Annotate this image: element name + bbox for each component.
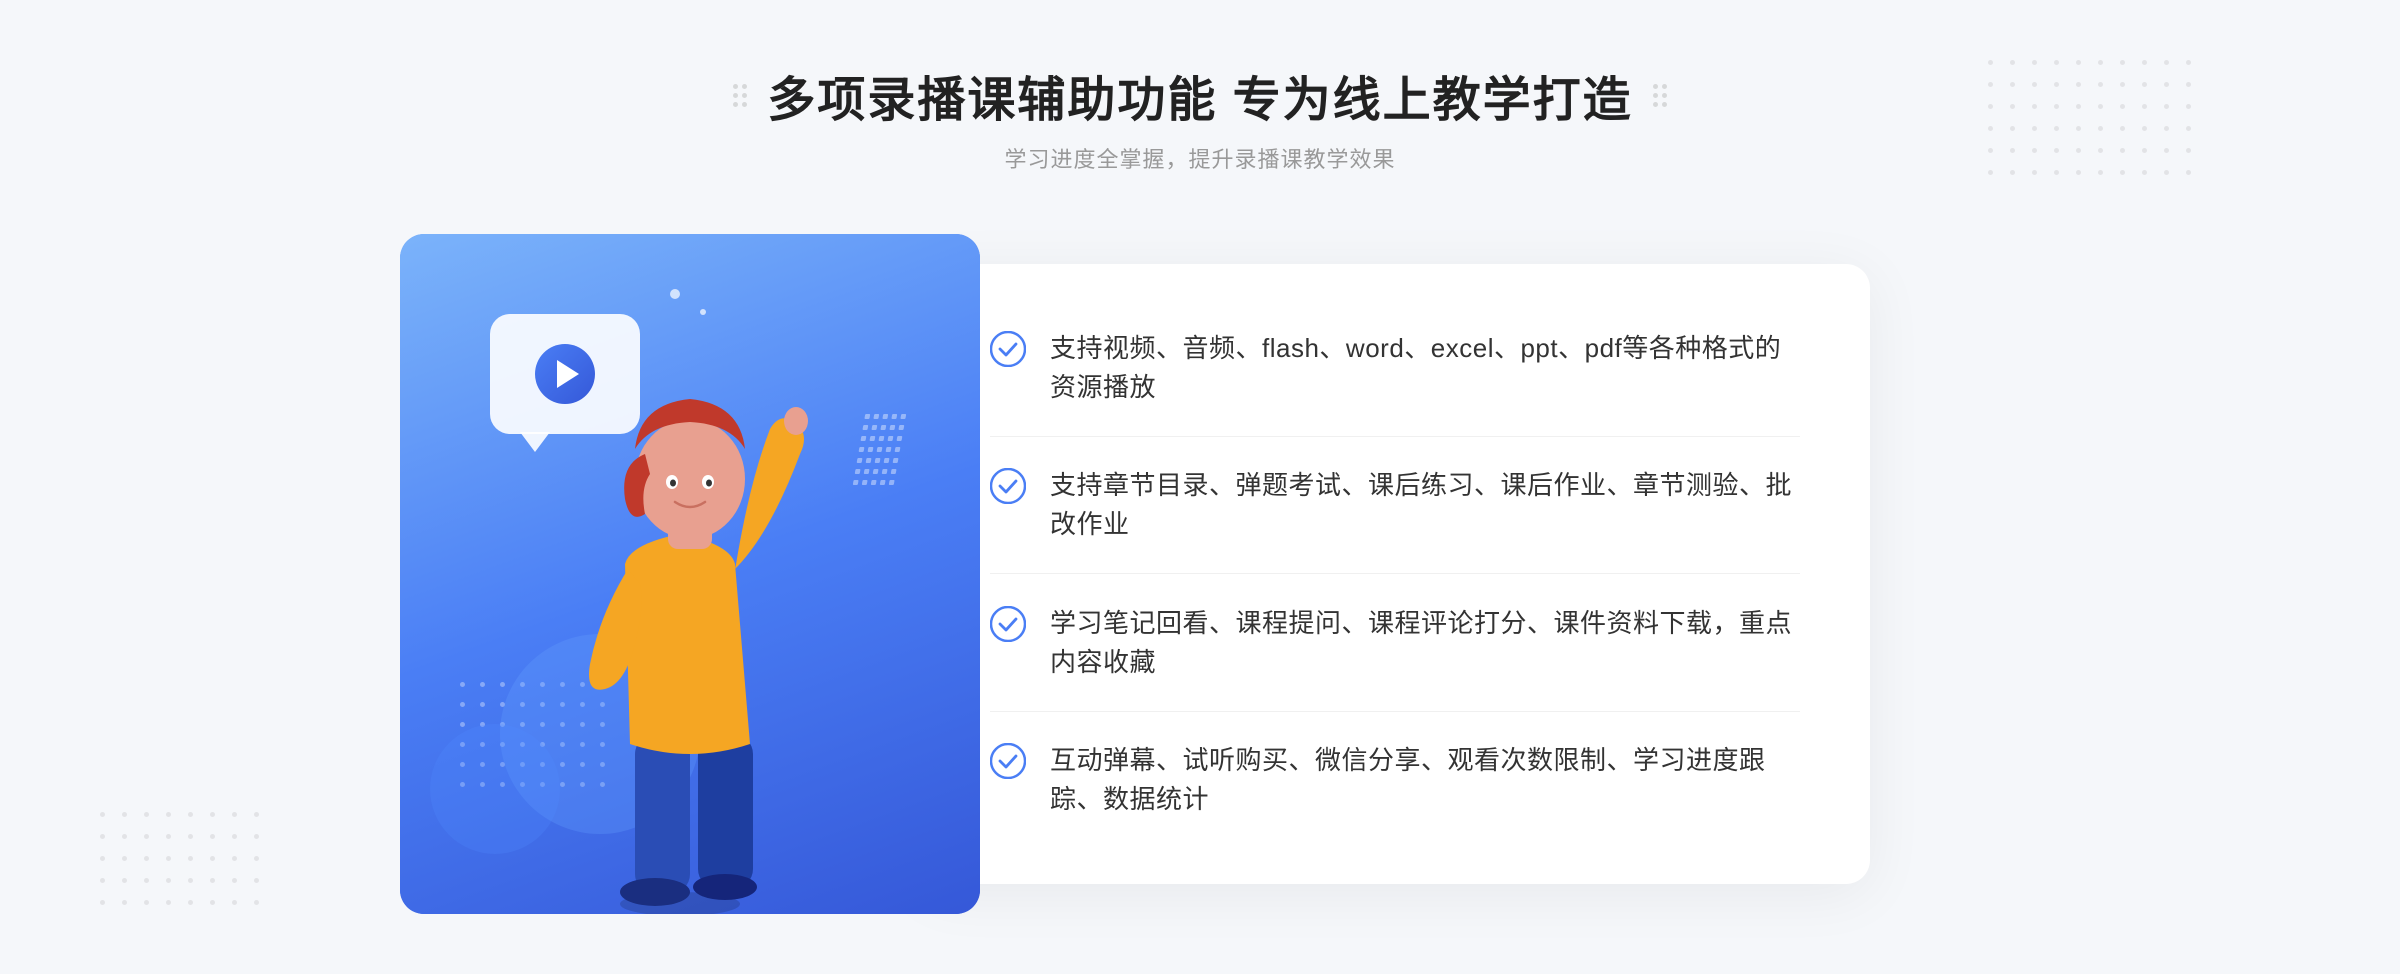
header-section: 多项录播课辅助功能 专为线上教学打造 学习进度全掌握，提升录播课教学效果 — [733, 60, 1666, 174]
feature-item-1: 支持视频、音频、flash、word、excel、ppt、pdf等各种格式的资源… — [990, 329, 1800, 407]
bg-dots-bl: for(let i=0;i<40;i++) document.currentSc… — [100, 812, 268, 914]
content-panel: 支持视频、音频、flash、word、excel、ppt、pdf等各种格式的资源… — [920, 264, 1870, 884]
check-icon-1 — [990, 331, 1026, 367]
subtitle: 学习进度全掌握，提升录播课教学效果 — [1004, 142, 1395, 174]
title-decorator-left — [733, 84, 747, 107]
illustration-card: for(let i=0;i<48;i++) document.currentSc… — [400, 234, 980, 914]
feature-item-3: 学习笔记回看、课程提问、课程评论打分、课件资料下载，重点内容收藏 — [990, 604, 1800, 682]
divider-3 — [990, 711, 1800, 712]
feature-item-4: 互动弹幕、试听购买、微信分享、观看次数限制、学习进度跟踪、数据统计 — [990, 741, 1800, 819]
main-content: « for(let i=0;i<48;i++) document.current… — [400, 234, 2000, 914]
feature-text-3: 学习笔记回看、课程提问、课程评论打分、课件资料下载，重点内容收藏 — [1050, 604, 1800, 682]
check-icon-3 — [990, 606, 1026, 642]
page-wrapper: for(let i=0;i<60;i++) document.currentSc… — [0, 0, 2400, 974]
feature-item-2: 支持章节目录、弹题考试、课后练习、课后作业、章节测验、批改作业 — [990, 466, 1800, 544]
features-list: 支持视频、音频、flash、word、excel、ppt、pdf等各种格式的资源… — [990, 314, 1800, 834]
feature-text-1: 支持视频、音频、flash、word、excel、ppt、pdf等各种格式的资源… — [1050, 329, 1800, 407]
feature-text-2: 支持章节目录、弹题考试、课后练习、课后作业、章节测验、批改作业 — [1050, 466, 1800, 544]
main-title: 多项录播课辅助功能 专为线上教学打造 — [767, 60, 1632, 130]
bg-dots-tr: for(let i=0;i<60;i++) document.currentSc… — [1988, 60, 2200, 184]
title-row: 多项录播课辅助功能 专为线上教学打造 — [733, 60, 1666, 130]
divider-2 — [990, 573, 1800, 574]
feature-text-4: 互动弹幕、试听购买、微信分享、观看次数限制、学习进度跟踪、数据统计 — [1050, 741, 1800, 819]
person-illustration — [480, 334, 900, 914]
check-icon-2 — [990, 468, 1026, 504]
title-decorator-right — [1653, 84, 1667, 107]
divider-1 — [990, 436, 1800, 437]
check-icon-4 — [990, 743, 1026, 779]
